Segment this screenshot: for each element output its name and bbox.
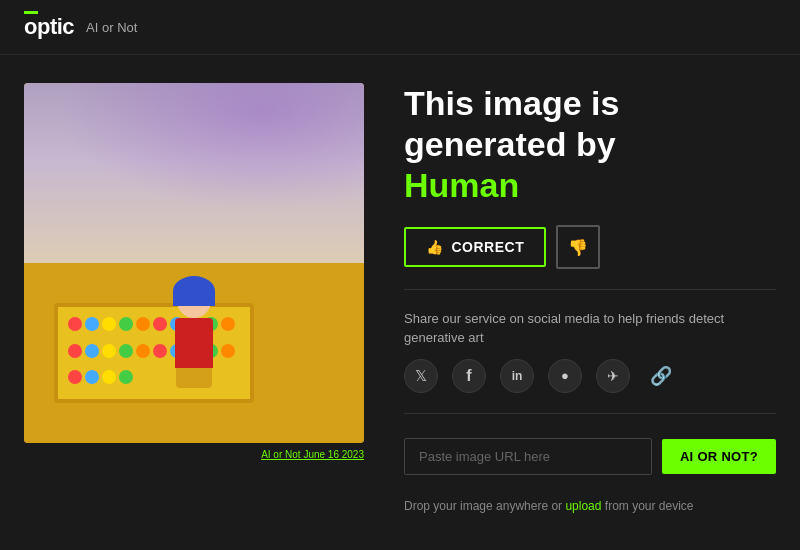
share-description: Share our service on social media to hel… [404,310,776,346]
figure [175,284,213,388]
ball [68,344,82,358]
upload-link[interactable]: upload [565,499,601,513]
ball [136,317,150,331]
share-facebook[interactable]: f [452,359,486,393]
logo: optic AI or Not [24,14,137,40]
ball [85,317,99,331]
thumbs-up-icon: 👍 [426,239,444,255]
image-visual [24,83,364,443]
upload-hint: Drop your image anywhere or upload from … [404,499,776,513]
wrong-button[interactable]: 👎 [556,225,600,269]
share-section: Share our service on social media to hel… [404,310,776,392]
action-buttons: 👍 CORRECT 👎 [404,225,776,269]
share-telegram[interactable]: ✈ [596,359,630,393]
ball [136,344,150,358]
divider-1 [404,289,776,290]
thumbs-down-icon: 👎 [568,238,588,257]
upload-text-suffix: from your device [601,499,693,513]
ball [119,317,133,331]
upload-text-prefix: Drop your image anywhere or [404,499,565,513]
scene-background [24,83,364,281]
ball-pit [54,303,254,403]
header: optic AI or Not [0,0,800,55]
ball [153,344,167,358]
image-section: AI or Not June 16 2023 [24,83,364,513]
share-reddit[interactable]: ● [548,359,582,393]
ball [85,344,99,358]
share-link[interactable]: 🔗 [644,359,678,393]
result-line2: generated by [404,125,616,163]
figure-body [175,318,213,368]
analyze-button[interactable]: AI OR NOT? [662,439,776,474]
ball [102,317,116,331]
analyzed-image [24,83,364,443]
figure-shorts [176,368,212,388]
divider-2 [404,413,776,414]
ball [119,344,133,358]
ball [102,344,116,358]
result-title: This image is generated by Human [404,83,776,205]
ball [102,370,116,384]
ball [85,370,99,384]
logo-text: optic [24,14,74,40]
ball-pit-inside [68,317,240,394]
ball [221,344,235,358]
ball [68,317,82,331]
logo-subtitle: AI or Not [86,20,137,35]
ball [153,317,167,331]
figure-head [177,284,211,318]
main-content: AI or Not June 16 2023 This image is gen… [0,55,800,541]
ball [119,370,133,384]
url-input-section: AI OR NOT? [404,438,776,475]
share-icons-row: 𝕏 f in ● ✈ 🔗 [404,359,776,393]
share-twitter[interactable]: 𝕏 [404,359,438,393]
image-caption[interactable]: AI or Not June 16 2023 [24,449,364,460]
share-linkedin[interactable]: in [500,359,534,393]
result-line1: This image is [404,84,619,122]
correct-label: CORRECT [452,239,525,255]
url-input[interactable] [404,438,652,475]
figure-hair [173,276,215,306]
result-section: This image is generated by Human 👍 CORRE… [404,83,776,513]
correct-button[interactable]: 👍 CORRECT [404,227,546,267]
ball [221,317,235,331]
ball [68,370,82,384]
result-classification: Human [404,166,519,204]
